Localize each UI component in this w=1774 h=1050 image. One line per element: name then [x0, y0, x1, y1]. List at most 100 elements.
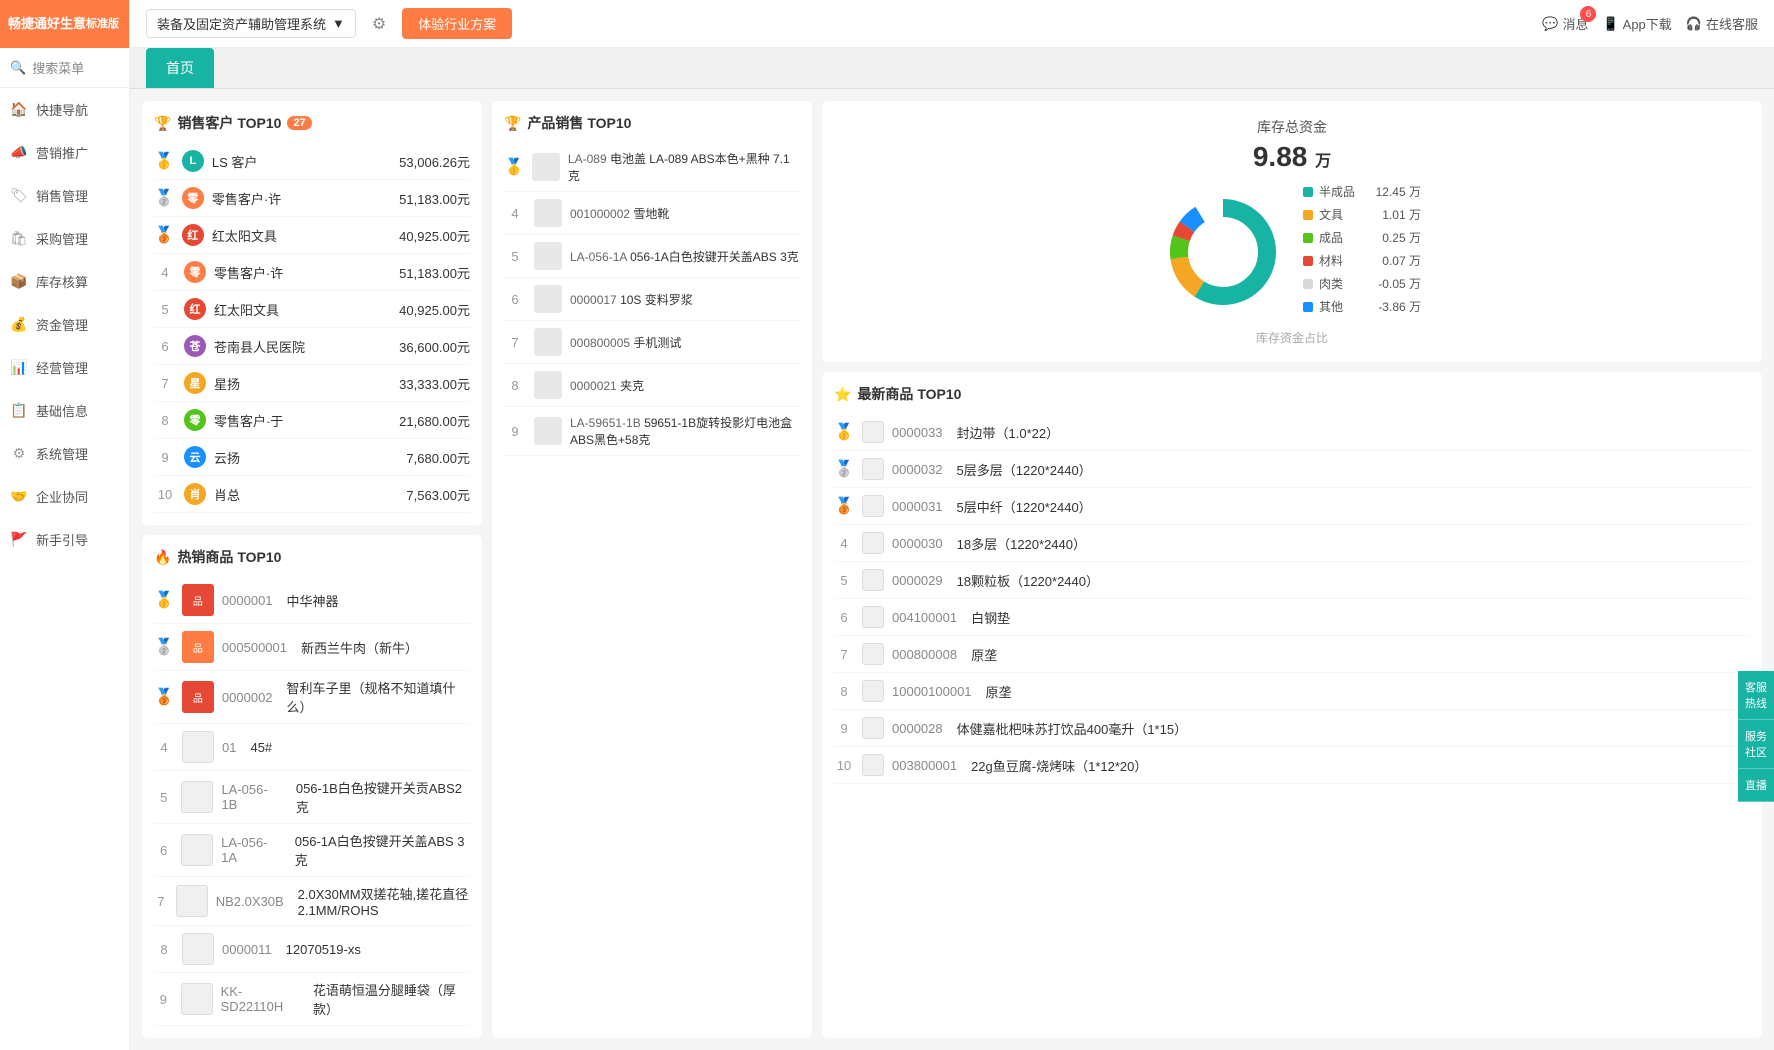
medal-icon: 🥉: [834, 496, 854, 516]
product-code: 004100001: [892, 610, 957, 625]
sidebar-item-home[interactable]: 🏠 快捷导航: [0, 88, 129, 131]
list-item: 8 零 零售客户·于 21,680.00元: [154, 402, 470, 439]
sidebar-label-collab: 企业协同: [36, 487, 88, 506]
rank-name: 零售客户·许: [212, 189, 391, 208]
medal-icon: 🥈: [154, 637, 174, 657]
product-image: [862, 569, 884, 591]
legend-label: 肉类: [1319, 275, 1343, 292]
sidebar-logo: 畅捷通好生意 标准版: [0, 0, 129, 48]
medal-3-icon: 🥉: [154, 225, 174, 245]
product-info: 0000021 夹克: [570, 377, 800, 394]
customer-ranking-badge: 27: [287, 116, 311, 130]
app-download-label: App下载: [1623, 14, 1672, 33]
product-image: [182, 933, 214, 965]
product-code: KK-SD22110H: [221, 984, 299, 1014]
sidebar-label-sales: 销售管理: [36, 186, 88, 205]
rank-value: 51,183.00元: [399, 189, 470, 208]
sidebar-item-finance[interactable]: 💰 资金管理: [0, 303, 129, 346]
search-menu[interactable]: 🔍 搜索菜单: [0, 48, 129, 88]
sidebar-item-basics[interactable]: 📋 基础信息: [0, 389, 129, 432]
float-btn-service[interactable]: 客服热线: [1738, 671, 1774, 720]
sidebar-item-collab[interactable]: 🤝 企业协同: [0, 475, 129, 518]
rank-name: 零售客户·许: [214, 263, 391, 282]
sidebar-item-guide[interactable]: 🚩 新手引导: [0, 518, 129, 561]
system-icon: ⚙: [10, 445, 28, 463]
rank-badge: 红: [182, 224, 204, 246]
product-image: [534, 199, 562, 227]
rank-number: 8: [154, 413, 176, 428]
list-item: 肉类 -0.05 万: [1303, 275, 1421, 292]
sidebar-item-marketing[interactable]: 📣 营销推广: [0, 131, 129, 174]
product-code: 01: [222, 740, 236, 755]
online-service[interactable]: 🎧 在线客服: [1686, 14, 1758, 33]
product-image: [862, 495, 884, 517]
product-code: 0000031: [892, 499, 943, 514]
rank-number: 5: [154, 302, 176, 317]
rank-value: 36,600.00元: [399, 337, 470, 356]
product-name: 22g鱼豆腐-烧烤味（1*12*20）: [971, 756, 1147, 775]
product-image: [534, 285, 562, 313]
rank-name: 云扬: [214, 448, 398, 467]
product-code: LA-056-1B: [221, 782, 281, 812]
sales-icon: 🏷: [10, 187, 28, 205]
rank-number: 10: [154, 487, 176, 502]
list-item: 🥈 零 零售客户·许 51,183.00元: [154, 180, 470, 217]
medal-icon: 🥈: [834, 459, 854, 479]
legend-dot: [1303, 302, 1313, 312]
main-area: 装备及固定资产辅助管理系统 ▼ ⚙ 体验行业方案 💬 6 消息 📱 App下载 …: [130, 0, 1774, 1050]
product-code: 0000021: [570, 379, 617, 393]
newest-product-list: 🥇 0000033 封边带（1.0*22） 🥈 0000032 5层多层（122…: [834, 414, 1750, 784]
list-item: 🥈 品 000500001 新西兰牛肉（新牛）: [154, 624, 470, 671]
list-item: 7 星 星扬 33,333.00元: [154, 365, 470, 402]
sidebar-label-guide: 新手引导: [36, 530, 88, 549]
float-btn-community[interactable]: 服务社区: [1738, 720, 1774, 769]
list-item: 7 000800005 手机测试: [504, 321, 800, 364]
product-image: [181, 834, 213, 866]
product-image: [862, 606, 884, 628]
medal-icon: 🥇: [154, 590, 174, 610]
legend-value: 0.07 万: [1361, 252, 1421, 269]
system-selector[interactable]: 装备及固定资产辅助管理系统 ▼: [146, 9, 356, 38]
rank-value: 7,563.00元: [406, 485, 470, 504]
list-item: 9 KK-SD22110H 花语萌恒温分腿睡袋（厚款）: [154, 973, 470, 1026]
legend-label: 文具: [1319, 206, 1343, 223]
messages-wrapper[interactable]: 💬 6 消息: [1542, 14, 1588, 33]
list-item: 8 10000100001 原垄: [834, 673, 1750, 710]
product-code: LA-089: [568, 152, 607, 166]
sidebar-label-purchase: 采购管理: [36, 229, 88, 248]
product-image: [862, 532, 884, 554]
trial-button[interactable]: 体验行业方案: [402, 8, 512, 39]
product-image: [862, 754, 884, 776]
list-item: 🥇 LA-089 电池盖 LA-089 ABS本色+黑种 7.1克: [504, 143, 800, 192]
rank-number: 7: [834, 647, 854, 662]
rank-number: 6: [834, 610, 854, 625]
rank-badge: L: [182, 150, 204, 172]
tab-home[interactable]: 首页: [146, 48, 214, 88]
product-name: 雪地靴: [633, 207, 669, 221]
search-menu-label: 搜索菜单: [32, 58, 84, 77]
list-item: 8 0000021 夹克: [504, 364, 800, 407]
product-code: LA-056-1A: [221, 835, 281, 865]
sidebar-item-inventory[interactable]: 📦 库存核算: [0, 260, 129, 303]
list-item: 7 NB2.0X30B 2.0X30MM双搓花轴,搓花直径2.1MM/ROHS: [154, 877, 470, 926]
product-info: 001000002 雪地靴: [570, 205, 800, 222]
float-btn-live[interactable]: 直播: [1738, 769, 1774, 802]
rank-badge: 肖: [184, 483, 206, 505]
sidebar-item-operations[interactable]: 📊 经营管理: [0, 346, 129, 389]
list-item: 材料 0.07 万: [1303, 252, 1421, 269]
rank-name: 苍南县人民医院: [214, 337, 391, 356]
sidebar-item-purchase[interactable]: 🛍 采购管理: [0, 217, 129, 260]
list-item: 🥉 0000031 5层中纤（1220*2440）: [834, 488, 1750, 525]
app-download[interactable]: 📱 App下载: [1602, 14, 1671, 33]
rank-badge: 苍: [184, 335, 206, 357]
sidebar-item-system[interactable]: ⚙ 系统管理: [0, 432, 129, 475]
product-image: [181, 781, 213, 813]
rank-number: 9: [504, 424, 526, 439]
product-name: 白钢垫: [971, 608, 1010, 627]
guide-icon: 🚩: [10, 531, 28, 549]
rank-number: 10: [834, 758, 854, 773]
settings-icon[interactable]: ⚙: [372, 14, 386, 34]
sidebar-item-sales[interactable]: 🏷 销售管理: [0, 174, 129, 217]
legend-value: 0.25 万: [1361, 229, 1421, 246]
legend-value: -3.86 万: [1361, 298, 1421, 315]
